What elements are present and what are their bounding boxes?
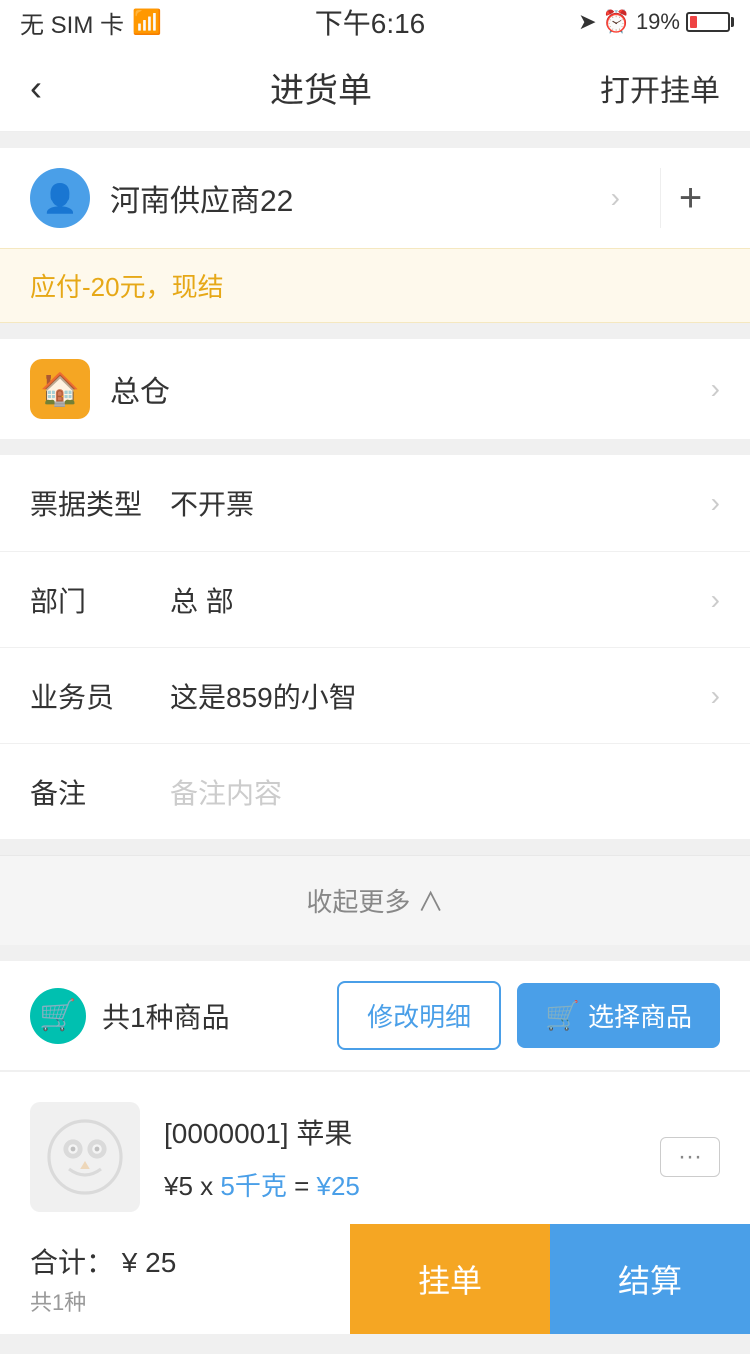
status-left: 无 SIM 卡 📶 [20,5,162,40]
salesman-chevron-icon: › [711,680,720,712]
collapse-button[interactable]: 收起更多 ∧ [0,855,750,945]
product-cart-icon: 🛒 [30,988,86,1044]
department-row[interactable]: 部门 总 部 › [0,551,750,647]
department-value: 总 部 [150,580,711,620]
total-count: 共1种 [30,1285,320,1317]
salesman-row[interactable]: 业务员 这是859的小智 › [0,647,750,743]
open-hang-button[interactable]: 打开挂单 [600,66,720,110]
nav-bar: ‹ 进货单 打开挂单 [0,44,750,132]
product-count-text: 共1种商品 [102,996,337,1036]
avatar-icon: 👤 [43,182,78,215]
invoice-type-row[interactable]: 票据类型 不开票 › [0,455,750,551]
remark-label: 备注 [30,772,150,812]
product-more-button[interactable]: ··· [660,1137,720,1177]
remark-row[interactable]: 备注 备注内容 [0,743,750,839]
department-chevron-icon: › [711,584,720,616]
carrier-text: 无 SIM 卡 [20,5,124,40]
form-section: 票据类型 不开票 › 部门 总 部 › 业务员 这是859的小智 › 备注 备注… [0,455,750,839]
total-label: 合计： [30,1247,114,1278]
product-code: [0000001] [164,1118,289,1149]
product-item: [0000001] 苹果 ¥5 x 5千克 = ¥25 ··· [0,1072,750,1242]
select-product-label: 选择商品 [588,997,692,1034]
unit-price: ¥5 [164,1171,193,1201]
product-price: ¥5 x 5千克 = ¥25 [164,1166,660,1203]
total-amount: ¥ 25 [122,1247,177,1278]
invoice-type-value: 不开票 [150,483,711,523]
warehouse-section: 🏠 总仓 › [0,339,750,439]
total-section: 合计： ¥ 25 共1种 [0,1241,350,1317]
supplier-section: 👤 河南供应商22 › + 应付-20元，现结 [0,148,750,323]
price-eq: = [294,1171,316,1201]
salesman-label: 业务员 [30,676,150,716]
supplier-chevron-icon: › [611,182,620,214]
location-icon: ➤ [578,9,596,35]
product-qty: 5千克 [220,1171,286,1201]
price-x: x [200,1171,220,1201]
supplier-avatar: 👤 [30,168,90,228]
product-info: [0000001] 苹果 ¥5 x 5千克 = ¥25 [164,1112,660,1203]
notice-banner: 应付-20元，现结 [0,248,750,323]
back-button[interactable]: ‹ [30,67,42,109]
warehouse-icon: 🏠 [30,359,90,419]
battery-icon [686,12,730,32]
more-dots-icon: ··· [678,1143,702,1171]
product-total: ¥25 [317,1171,360,1201]
warehouse-chevron-icon: › [711,373,720,405]
wifi-icon: 📶 [132,8,162,37]
page-title: 进货单 [270,63,372,112]
supplier-name: 河南供应商22 [110,176,611,220]
select-cart-icon: 🛒 [545,999,580,1032]
cart-emoji: 🛒 [39,998,76,1033]
owl-logo-icon [45,1117,125,1197]
invoice-type-chevron-icon: › [711,487,720,519]
product-name: [0000001] 苹果 [164,1112,660,1152]
warehouse-name: 总仓 [110,367,711,411]
bottom-bar: 合计： ¥ 25 共1种 挂单 结算 [0,1224,750,1334]
edit-detail-button[interactable]: 修改明细 [337,981,501,1050]
status-time: 下午6:16 [315,2,426,42]
status-bar: 无 SIM 卡 📶 下午6:16 ➤ ⏰ 19% [0,0,750,44]
product-title: 苹果 [296,1118,352,1149]
product-toolbar: 🛒 共1种商品 修改明细 🛒 选择商品 [0,961,750,1070]
department-label: 部门 [30,580,150,620]
salesman-value: 这是859的小智 [150,676,711,716]
battery-text: 19% [636,9,680,35]
add-supplier-button[interactable]: + [660,168,720,228]
invoice-type-label: 票据类型 [30,483,150,523]
supplier-row[interactable]: 👤 河南供应商22 › + [0,148,750,248]
total-row: 合计： ¥ 25 [30,1241,320,1281]
remark-placeholder[interactable]: 备注内容 [150,772,720,812]
status-right: ➤ ⏰ 19% [578,9,730,35]
select-product-button[interactable]: 🛒 选择商品 [517,983,720,1048]
warehouse-row[interactable]: 🏠 总仓 › [0,339,750,439]
product-thumbnail [30,1102,140,1212]
alarm-icon: ⏰ [603,9,630,35]
hang-button[interactable]: 挂单 [350,1224,550,1334]
checkout-button[interactable]: 结算 [550,1224,750,1334]
